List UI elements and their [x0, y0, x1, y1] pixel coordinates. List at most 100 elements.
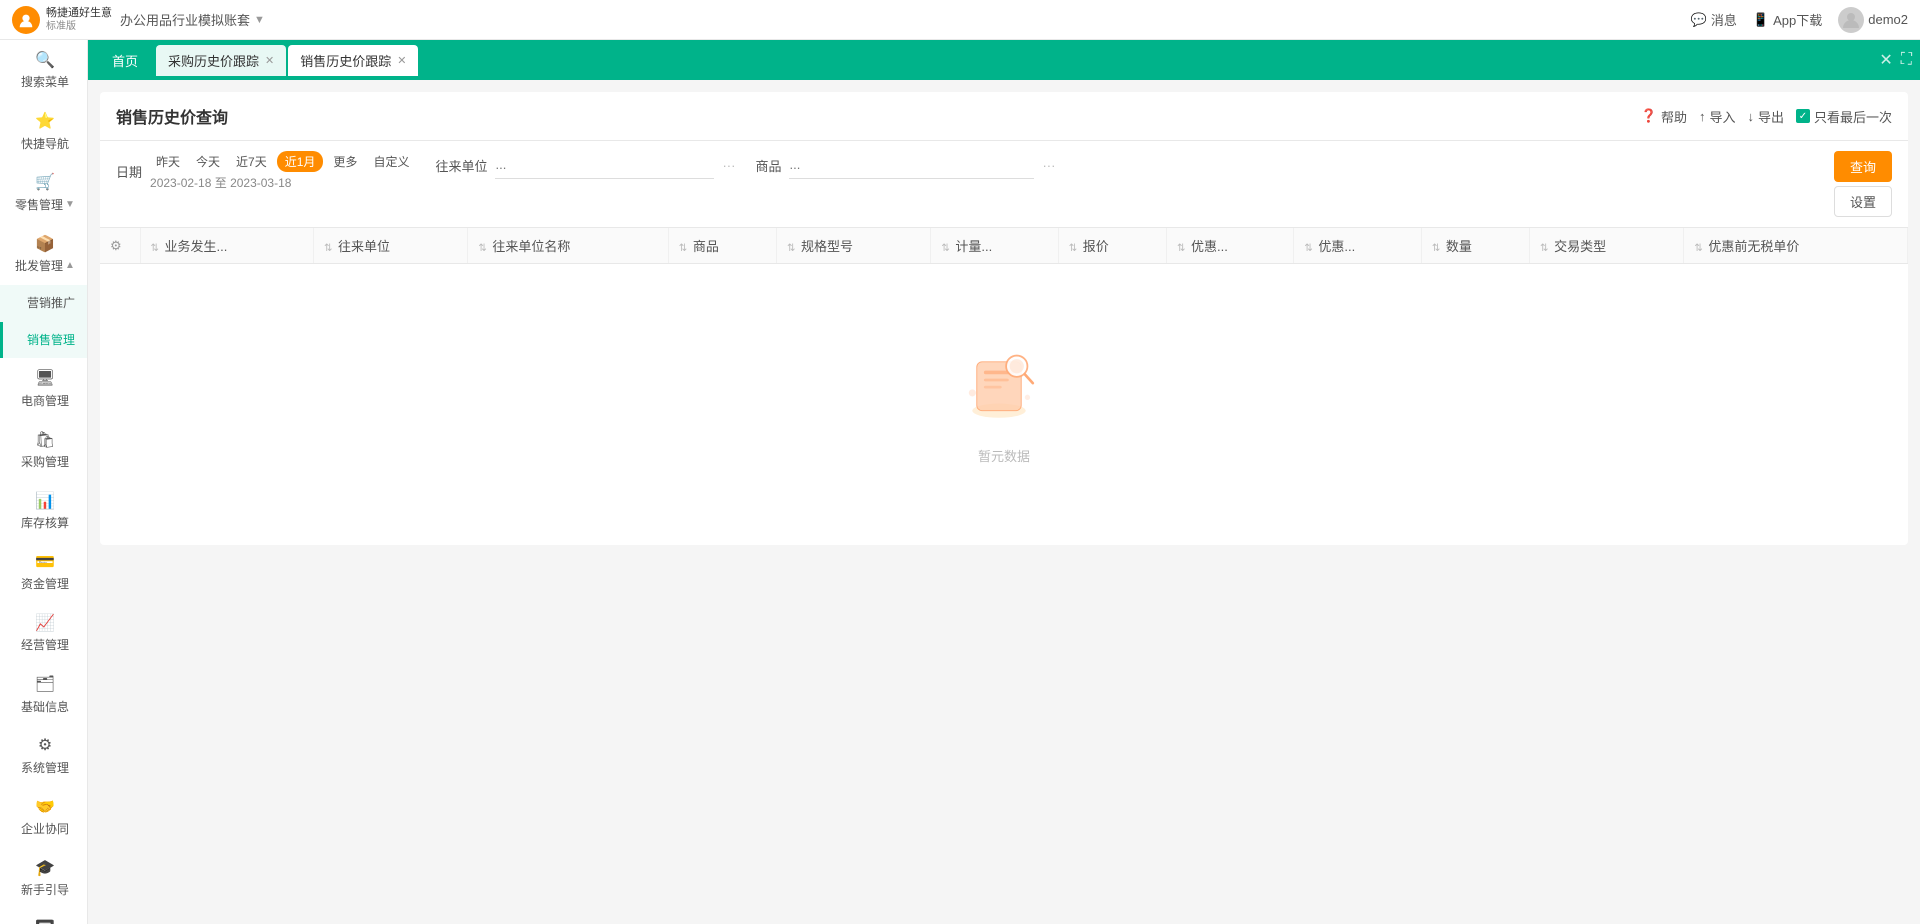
filter-row: 日期 昨天 今天 近7天 近1月 更多 自定义 2023-02-18 至 202…	[116, 151, 1892, 217]
logo-icon	[12, 6, 40, 34]
th-pre-discount-price[interactable]: ⇅ 优惠前无税单价	[1684, 228, 1908, 264]
date-btn-1month[interactable]: 近1月	[277, 151, 324, 172]
import-icon: ↑	[1699, 109, 1706, 124]
top-bar-left: 畅捷通好生意 标准版 办公用品行业模拟账套 ▼	[12, 6, 265, 34]
sidebar-item-inventory[interactable]: 📊 库存核算	[0, 481, 87, 542]
user-profile[interactable]: demo2	[1838, 7, 1908, 33]
gear-icon[interactable]: ⚙	[110, 238, 122, 253]
th-discount2[interactable]: ⇅ 优惠...	[1294, 228, 1421, 264]
date-btn-today[interactable]: 今天	[190, 151, 226, 172]
page-header-actions: ❓ 帮助 ↑ 导入 ↓ 导出 ✓ 只看最后一次	[1641, 107, 1892, 126]
date-btn-7days[interactable]: 近7天	[230, 151, 273, 172]
finance-icon: 💳	[7, 552, 83, 574]
only-last-checkbox[interactable]: ✓ 只看最后一次	[1796, 107, 1892, 126]
date-range-options: 昨天 今天 近7天 近1月 更多 自定义	[150, 151, 415, 172]
chevron-down-icon: ▼	[65, 198, 75, 212]
date-btn-custom[interactable]: 自定义	[367, 151, 415, 172]
retail-icon: 🛒	[7, 172, 83, 194]
sidebar-item-wholesale[interactable]: 📦 批发管理 ▲	[0, 224, 87, 285]
unit-input[interactable]	[495, 151, 714, 179]
product-label: 商品	[755, 156, 781, 175]
guide-icon: 🎓	[7, 858, 83, 880]
date-range-text: 2023-02-18 至 2023-03-18	[150, 174, 415, 191]
workspace-selector[interactable]: 办公用品行业模拟账套 ▼	[120, 10, 265, 29]
th-business-date[interactable]: ⇅ 业务发生...	[140, 228, 314, 264]
sidebar-item-operation[interactable]: 📈 经营管理	[0, 603, 87, 664]
ecommerce-icon: 🖥	[7, 368, 83, 390]
th-spec[interactable]: ⇅ 规格型号	[777, 228, 931, 264]
message-button[interactable]: 💬 消息	[1691, 10, 1737, 29]
settings-button[interactable]: 设置	[1834, 186, 1892, 217]
date-btn-more[interactable]: 更多	[327, 151, 363, 172]
system-icon: ⚙	[7, 735, 83, 757]
help-button[interactable]: ❓ 帮助	[1641, 107, 1687, 126]
product-input[interactable]	[789, 151, 1034, 179]
tab-bar-actions: ✕ ⛶	[1879, 50, 1912, 70]
app-download-button[interactable]: 📱 App下载	[1753, 10, 1822, 29]
tab-close-purchase[interactable]: ✕	[265, 54, 274, 67]
unit-expand-icon[interactable]: ···	[722, 158, 735, 173]
logo-text: 畅捷通好生意 标准版	[46, 6, 112, 33]
sidebar-item-finance[interactable]: 💳 资金管理	[0, 542, 87, 603]
top-bar-right: 💬 消息 📱 App下载 demo2	[1691, 7, 1908, 33]
sidebar-item-purchase[interactable]: 🛍 采购管理	[0, 420, 87, 481]
sort-icon: ⇅	[941, 243, 949, 254]
message-icon: 💬	[1691, 12, 1707, 28]
th-settings: ⚙	[100, 228, 140, 264]
th-product[interactable]: ⇅ 商品	[668, 228, 776, 264]
th-unit-measure[interactable]: ⇅ 计量...	[931, 228, 1058, 264]
sort-icon: ⇅	[787, 243, 795, 254]
sidebar-item-basic-info[interactable]: 🗂 基础信息	[0, 664, 87, 725]
sidebar: 🔍 搜索菜单 ⭐ 快捷导航 🛒 零售管理 ▼ 📦 批发管理 ▲ 营销推广	[0, 40, 88, 924]
sidebar-item-sales[interactable]: 销售管理	[0, 322, 87, 359]
sidebar-item-system[interactable]: ⚙ 系统管理	[0, 725, 87, 786]
th-price[interactable]: ⇅ 报价	[1058, 228, 1166, 264]
phone-icon: 📱	[1753, 12, 1769, 28]
date-filter-group: 日期 昨天 今天 近7天 近1月 更多 自定义 2023-02-18 至 202…	[116, 151, 415, 191]
th-quantity[interactable]: ⇅ 数量	[1421, 228, 1529, 264]
empty-text: 暂元数据	[978, 446, 1030, 465]
tab-close-all-button[interactable]: ✕	[1879, 50, 1892, 70]
empty-state: 暂元数据	[100, 264, 1908, 545]
table-header: ⚙ ⇅ 业务发生... ⇅ 往来单位 ⇅	[100, 228, 1908, 264]
inventory-icon: 📊	[7, 491, 83, 513]
tab-home[interactable]: 首页	[96, 45, 154, 76]
tab-fullscreen-button[interactable]: ⛶	[1901, 51, 1912, 69]
import-button[interactable]: ↑ 导入	[1699, 107, 1736, 126]
date-options-col: 昨天 今天 近7天 近1月 更多 自定义 2023-02-18 至 2023-0…	[150, 151, 415, 191]
avatar	[1838, 7, 1864, 33]
page-header: 销售历史价查询 ❓ 帮助 ↑ 导入 ↓ 导出 ✓	[100, 92, 1908, 141]
unit-filter-group: 往来单位 ···	[435, 151, 735, 179]
sidebar-item-quicknav[interactable]: ⭐ 快捷导航	[0, 101, 87, 162]
operation-icon: 📈	[7, 613, 83, 635]
sidebar-item-enterprise[interactable]: 🤝 企业协同	[0, 787, 87, 848]
enterprise-icon: 🤝	[7, 797, 83, 819]
sort-icon: ⇅	[1069, 243, 1077, 254]
export-button[interactable]: ↓ 导出	[1747, 107, 1784, 126]
product-expand-icon[interactable]: ···	[1042, 158, 1055, 173]
tab-purchase[interactable]: 采购历史价跟踪 ✕	[156, 45, 286, 76]
chevron-up-icon: ▲	[65, 259, 75, 273]
sidebar-item-marketing[interactable]: 营销推广	[0, 285, 87, 322]
tab-close-sales[interactable]: ✕	[397, 54, 406, 67]
search-icon: 🔍	[7, 50, 83, 72]
star-icon: ⭐	[7, 111, 83, 133]
sidebar-item-retail[interactable]: 🛒 零售管理 ▼	[0, 162, 87, 223]
sidebar-item-guide[interactable]: 🎓 新手引导	[0, 848, 87, 909]
filter-actions: 查询 设置	[1834, 151, 1892, 217]
th-unit-name[interactable]: ⇅ 往来单位名称	[468, 228, 668, 264]
content-area: 首页 采购历史价跟踪 ✕ 销售历史价跟踪 ✕ ✕ ⛶ 销售历史价查询	[88, 40, 1920, 924]
th-discount1[interactable]: ⇅ 优惠...	[1166, 228, 1293, 264]
date-btn-yesterday[interactable]: 昨天	[150, 151, 186, 172]
query-button[interactable]: 查询	[1834, 151, 1892, 182]
export-icon: ↓	[1747, 109, 1754, 124]
tab-sales[interactable]: 销售历史价跟踪 ✕	[288, 45, 418, 76]
th-trade-type[interactable]: ⇅ 交易类型	[1530, 228, 1684, 264]
page-title: 销售历史价查询	[116, 104, 228, 128]
sidebar-item-apps[interactable]: 🔲 应用中心	[0, 909, 87, 924]
th-unit[interactable]: ⇅ 往来单位	[314, 228, 468, 264]
sidebar-item-ecommerce[interactable]: 🖥 电商管理	[0, 358, 87, 419]
sidebar-item-search[interactable]: 🔍 搜索菜单	[0, 40, 87, 101]
table-header-row: ⚙ ⇅ 业务发生... ⇅ 往来单位 ⇅	[100, 228, 1908, 264]
sort-icon: ⇅	[1694, 243, 1702, 254]
